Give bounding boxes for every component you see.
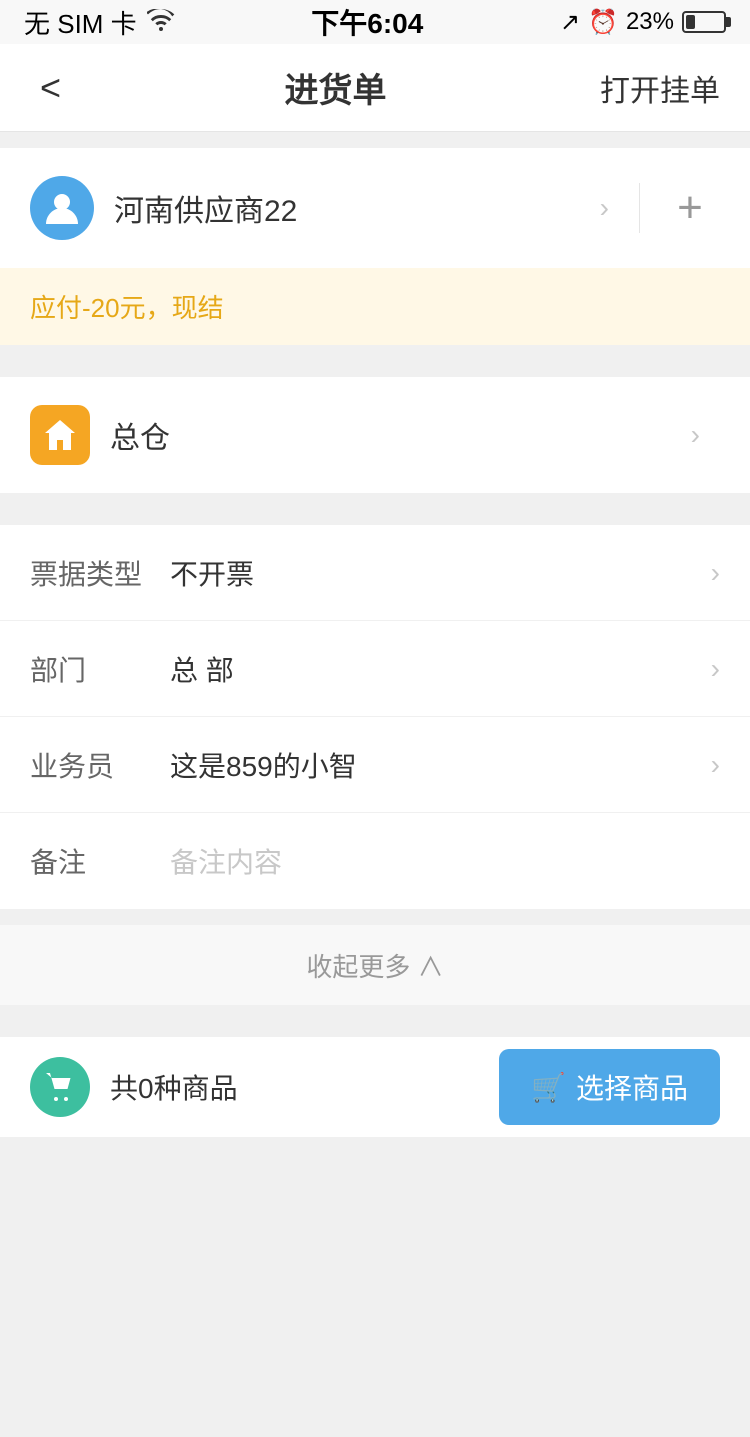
supplier-divider — [639, 183, 640, 233]
select-product-button[interactable]: 🛒 选择商品 — [499, 1049, 720, 1125]
page-background — [0, 1137, 750, 1437]
divider-2 — [0, 345, 750, 361]
warehouse-row[interactable]: 总仓 › — [30, 377, 720, 493]
cart-icon — [43, 1070, 77, 1104]
status-right: ↗ ⏰ 23% — [560, 8, 726, 37]
warehouse-section[interactable]: 总仓 › — [0, 377, 750, 493]
divider-1 — [0, 132, 750, 148]
department-value: 总 部 — [170, 649, 711, 689]
collapse-row[interactable]: 收起更多 ∧ — [0, 925, 750, 1005]
select-product-icon: 🛒 — [531, 1071, 566, 1104]
open-pending-button[interactable]: 打开挂单 — [600, 66, 720, 110]
status-time: 下午6:04 — [311, 2, 423, 42]
invoice-type-value: 不开票 — [170, 553, 711, 593]
salesperson-label: 业务员 — [30, 745, 170, 785]
invoice-type-row[interactable]: 票据类型 不开票 › — [0, 525, 750, 621]
divider-4 — [0, 1005, 750, 1021]
supplier-avatar — [30, 176, 94, 240]
invoice-type-label: 票据类型 — [30, 553, 170, 593]
supplier-row[interactable]: 河南供应商22 › — [30, 148, 629, 268]
remarks-row[interactable]: 备注 备注内容 — [0, 813, 750, 909]
salesperson-value: 这是859的小智 — [170, 745, 711, 785]
salesperson-chevron-icon: › — [711, 749, 720, 781]
status-bar: 无 SIM 卡 下午6:04 ↗ ⏰ 23% — [0, 0, 750, 44]
remarks-label: 备注 — [30, 841, 170, 881]
person-icon — [42, 188, 82, 228]
department-chevron-icon: › — [711, 653, 720, 685]
home-icon — [42, 417, 78, 453]
battery-percent: 23% — [626, 8, 674, 36]
department-row[interactable]: 部门 总 部 › — [0, 621, 750, 717]
alert-text: 应付-20元，现结 — [30, 293, 224, 323]
supplier-chevron-icon: › — [600, 192, 609, 224]
nav-bar: < 进货单 打开挂单 — [0, 44, 750, 132]
back-button[interactable]: < — [30, 57, 71, 119]
add-supplier-button[interactable]: + — [660, 178, 720, 238]
wifi-icon — [147, 7, 175, 38]
product-count: 共0种商品 — [110, 1067, 499, 1107]
divider-3 — [0, 493, 750, 509]
product-icon — [30, 1057, 90, 1117]
page-title: 进货单 — [285, 63, 387, 112]
status-left: 无 SIM 卡 — [24, 4, 175, 41]
supplier-section: 河南供应商22 › + — [0, 148, 750, 268]
alert-banner: 应付-20元，现结 — [0, 268, 750, 345]
collapse-label: 收起更多 ∧ — [306, 947, 443, 984]
warehouse-icon — [30, 405, 90, 465]
carrier-label: 无 SIM 卡 — [24, 4, 137, 41]
location-icon: ↗ — [560, 8, 580, 37]
department-label: 部门 — [30, 649, 170, 689]
warehouse-chevron-icon: › — [691, 419, 700, 451]
warehouse-name: 总仓 — [110, 413, 691, 457]
select-product-label: 选择商品 — [576, 1067, 688, 1107]
product-section: 共0种商品 🛒 选择商品 — [0, 1037, 750, 1137]
invoice-chevron-icon: › — [711, 557, 720, 589]
form-section: 票据类型 不开票 › 部门 总 部 › 业务员 这是859的小智 › 备注 备注… — [0, 525, 750, 909]
salesperson-row[interactable]: 业务员 这是859的小智 › — [0, 717, 750, 813]
alarm-icon: ⏰ — [588, 8, 618, 37]
remarks-input[interactable]: 备注内容 — [170, 841, 720, 881]
supplier-name: 河南供应商22 — [114, 186, 600, 230]
battery-icon — [682, 11, 726, 33]
